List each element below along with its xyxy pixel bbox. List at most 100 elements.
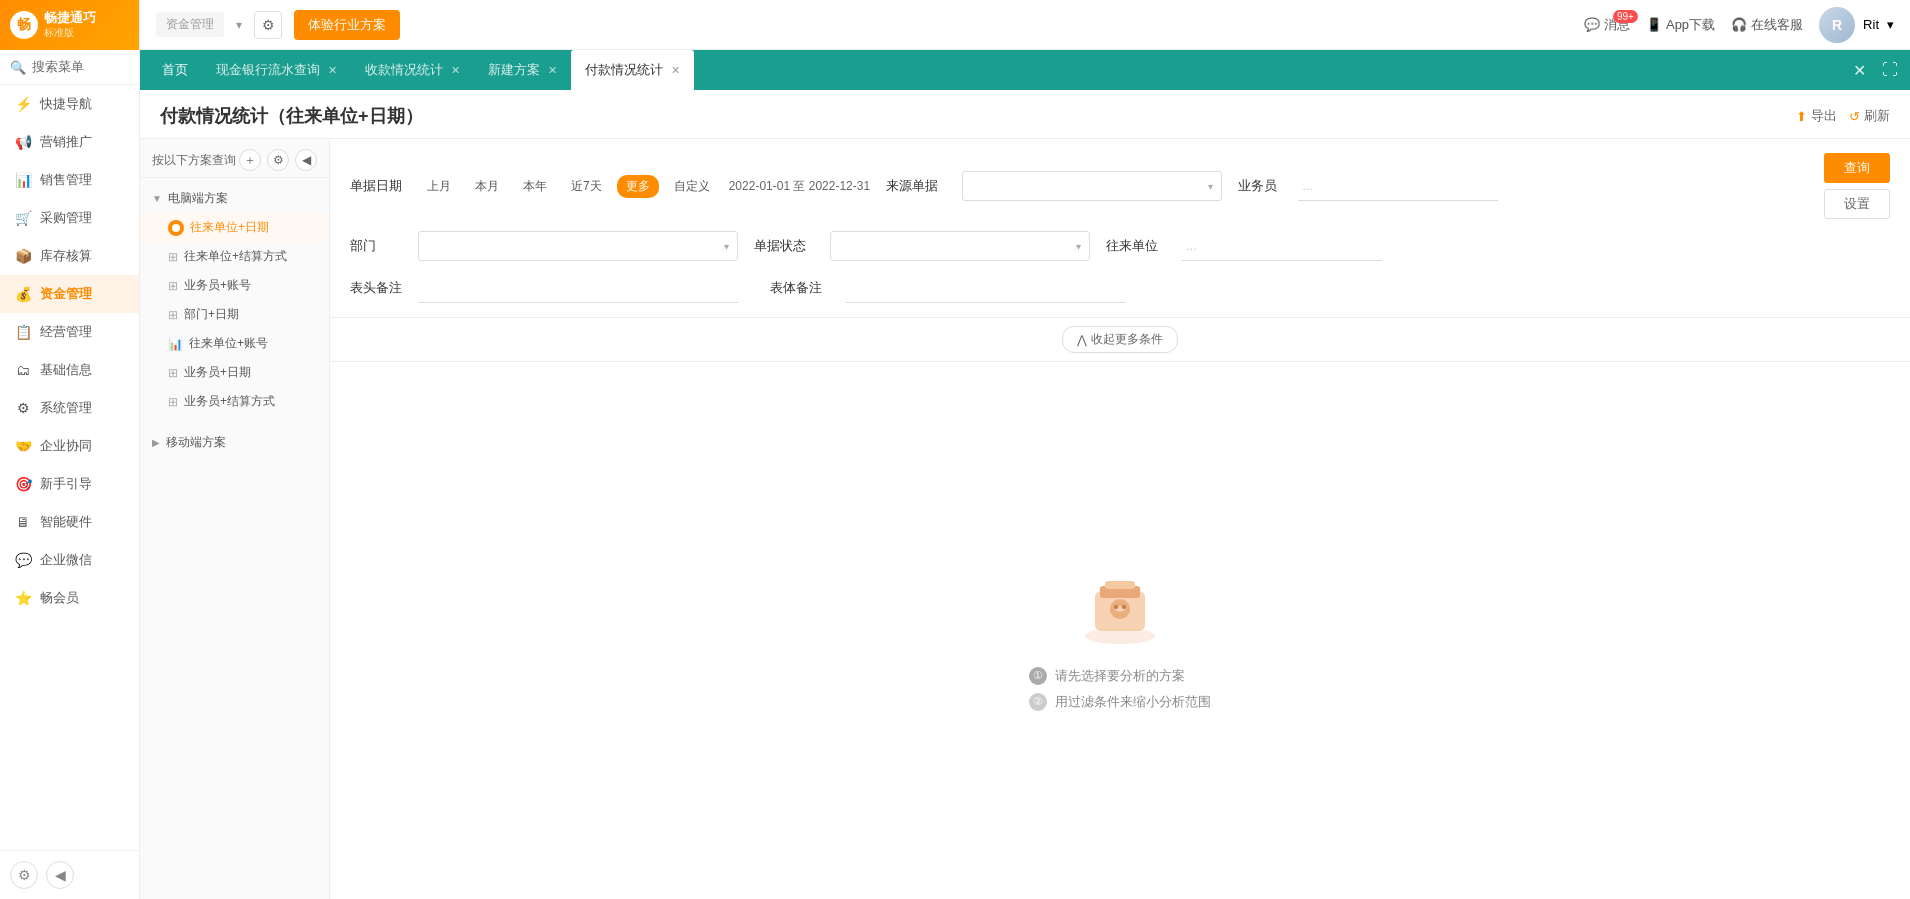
main-content: 资金管理 ▾ ⚙ 体验行业方案 💬 消息 99+ 📱 App下载 🎧 在线客服 … bbox=[140, 0, 1910, 899]
sidebar-item-quick-nav[interactable]: ⚡ 快捷导航 bbox=[0, 85, 139, 123]
tab-receipt-close-icon[interactable]: ✕ bbox=[451, 65, 460, 76]
plan-sales-account[interactable]: ⊞ 业务员+账号 bbox=[140, 271, 329, 300]
settings-plan-btn[interactable]: ⚙ bbox=[267, 149, 289, 171]
tab-cash-flow[interactable]: 现金银行流水查询 ✕ bbox=[202, 50, 351, 90]
dept-arrow-icon: ▾ bbox=[724, 241, 729, 252]
close-tab-icon[interactable]: ✕ bbox=[1849, 61, 1870, 80]
query-btn[interactable]: 查询 bbox=[1824, 153, 1890, 183]
body-note-input[interactable] bbox=[846, 273, 1126, 303]
collapse-sidebar-btn[interactable]: ◀ bbox=[46, 861, 74, 889]
plan-active-icon bbox=[168, 220, 184, 236]
source-doc-select[interactable]: ▾ bbox=[962, 171, 1222, 201]
inventory-icon: 📦 bbox=[14, 247, 32, 265]
sidebar-item-hardware[interactable]: 🖥 智能硬件 bbox=[0, 503, 139, 541]
plan-partner-account[interactable]: 📊 往来单位+账号 bbox=[140, 329, 329, 358]
collapse-conditions-btn[interactable]: ⋀ 收起更多条件 bbox=[1062, 326, 1178, 353]
tab-cash-flow-close-icon[interactable]: ✕ bbox=[328, 65, 337, 76]
app-download-btn[interactable]: 📱 App下载 bbox=[1646, 16, 1715, 34]
sidebar-item-system[interactable]: ⚙ 系统管理 bbox=[0, 389, 139, 427]
sidebar-item-label: 经营管理 bbox=[40, 323, 92, 341]
sidebar-footer: ⚙ ◀ bbox=[0, 850, 139, 899]
online-service-label: 在线客服 bbox=[1751, 16, 1803, 34]
date-opt-7days[interactable]: 近7天 bbox=[562, 174, 611, 199]
tab-new-plan[interactable]: 新建方案 ✕ bbox=[474, 50, 571, 90]
dept-select[interactable]: ▾ bbox=[418, 231, 738, 261]
plan-item-label: 往来单位+账号 bbox=[189, 335, 268, 352]
plan-item-label: 业务员+结算方式 bbox=[184, 393, 275, 410]
plan-partner-settle[interactable]: ⊞ 往来单位+结算方式 bbox=[140, 242, 329, 271]
doc-status-select[interactable]: ▾ bbox=[830, 231, 1090, 261]
doc-status-label: 单据状态 bbox=[754, 237, 814, 255]
plan-dept-date[interactable]: ⊞ 部门+日期 bbox=[140, 300, 329, 329]
topbar-gear-btn[interactable]: ⚙ bbox=[254, 11, 282, 39]
date-opt-this-month[interactable]: 本月 bbox=[466, 174, 508, 199]
date-opt-custom[interactable]: 自定义 bbox=[665, 174, 719, 199]
sidebar-item-basic[interactable]: 🗂 基础信息 bbox=[0, 351, 139, 389]
tab-payment-close-icon[interactable]: ✕ bbox=[671, 65, 680, 76]
partner-input[interactable]: ... bbox=[1182, 231, 1382, 261]
expand-tab-icon[interactable]: ⛶ bbox=[1878, 61, 1902, 79]
sidebar-item-label: 企业协同 bbox=[40, 437, 92, 455]
page-header: 付款情况统计（往来单位+日期） ⬆ 导出 ↺ 刷新 bbox=[140, 90, 1910, 139]
sidebar-item-finance[interactable]: 💰 资金管理 bbox=[0, 275, 139, 313]
source-doc-arrow-icon: ▾ bbox=[1208, 181, 1213, 192]
sidebar-item-label: 资金管理 bbox=[40, 285, 92, 303]
tab-payment-stats-label: 付款情况统计 bbox=[585, 61, 663, 79]
sidebar-item-label: 企业微信 bbox=[40, 551, 92, 569]
dept-label: 部门 bbox=[350, 237, 402, 255]
plan-sales-settle[interactable]: ⊞ 业务员+结算方式 bbox=[140, 387, 329, 416]
header-note-input[interactable] bbox=[418, 273, 738, 303]
source-doc-label: 来源单据 bbox=[886, 177, 946, 195]
body-note-label: 表体备注 bbox=[770, 279, 830, 297]
quick-nav-icon: ⚡ bbox=[14, 95, 32, 113]
date-opt-more[interactable]: 更多 bbox=[617, 175, 659, 198]
mobile-plan-group-header[interactable]: ▶ 移动端方案 bbox=[140, 428, 329, 457]
tab-payment-stats[interactable]: 付款情况统计 ✕ bbox=[571, 50, 694, 90]
messages-btn[interactable]: 💬 消息 99+ bbox=[1584, 16, 1630, 34]
tab-new-plan-close-icon[interactable]: ✕ bbox=[548, 65, 557, 76]
sidebar-item-purchase[interactable]: 🛒 采购管理 bbox=[0, 199, 139, 237]
sidebar-item-wechat[interactable]: 💬 企业微信 bbox=[0, 541, 139, 579]
svg-rect-3 bbox=[1105, 581, 1135, 589]
search-menu-label: 搜索菜单 bbox=[32, 58, 84, 76]
sidebar-item-label: 快捷导航 bbox=[40, 95, 92, 113]
sidebar-item-inventory[interactable]: 📦 库存核算 bbox=[0, 237, 139, 275]
sidebar-brand: 畅捷通巧 标准版 bbox=[44, 10, 96, 40]
app-icon: 📱 bbox=[1646, 17, 1662, 32]
filter-actions: 查询 设置 bbox=[1824, 153, 1890, 219]
online-service-btn[interactable]: 🎧 在线客服 bbox=[1731, 16, 1803, 34]
sidebar-item-marketing[interactable]: 📢 营销推广 bbox=[0, 123, 139, 161]
search-menu[interactable]: 🔍 搜索菜单 bbox=[0, 50, 139, 85]
add-plan-btn[interactable]: ＋ bbox=[239, 149, 261, 171]
export-btn[interactable]: ⬆ 导出 bbox=[1796, 107, 1837, 125]
sidebar-item-label: 畅会员 bbox=[40, 589, 79, 607]
date-opt-this-year[interactable]: 本年 bbox=[514, 174, 556, 199]
sidebar-item-member[interactable]: ⭐ 畅会员 bbox=[0, 579, 139, 617]
settings-btn[interactable]: 设置 bbox=[1824, 189, 1890, 219]
sales-rep-input[interactable]: ... bbox=[1298, 171, 1498, 201]
empty-hints: ① 请先选择要分析的方案 ② 用过滤条件来缩小分析范围 bbox=[1029, 667, 1211, 711]
date-opt-last-month[interactable]: 上月 bbox=[418, 174, 460, 199]
collapse-bar: ⋀ 收起更多条件 bbox=[330, 318, 1910, 362]
trial-industry-btn[interactable]: 体验行业方案 bbox=[294, 10, 400, 40]
sidebar-item-operations[interactable]: 📋 经营管理 bbox=[0, 313, 139, 351]
collapse-plan-btn[interactable]: ◀ bbox=[295, 149, 317, 171]
filter-row-date: 单据日期 上月 本月 本年 近7天 更多 自定义 2022-01-01 至 20… bbox=[350, 153, 1890, 219]
marketing-icon: 📢 bbox=[14, 133, 32, 151]
plan-item-label: 业务员+账号 bbox=[184, 277, 251, 294]
tab-receipt-stats[interactable]: 收款情况统计 ✕ bbox=[351, 50, 474, 90]
sidebar: 畅 畅捷通巧 标准版 🔍 搜索菜单 ⚡ 快捷导航 📢 营销推广 📊 销售管理 🛒… bbox=[0, 0, 140, 899]
empty-illustration bbox=[1070, 551, 1170, 651]
plan-partner-date[interactable]: 往来单位+日期 bbox=[140, 213, 329, 242]
sidebar-item-sales[interactable]: 📊 销售管理 bbox=[0, 161, 139, 199]
tab-home[interactable]: 首页 bbox=[148, 50, 202, 90]
plan-sales-date[interactable]: ⊞ 业务员+日期 bbox=[140, 358, 329, 387]
refresh-btn[interactable]: ↺ 刷新 bbox=[1849, 107, 1890, 125]
pc-plan-group-header[interactable]: ▼ 电脑端方案 bbox=[140, 184, 329, 213]
sidebar-item-collab[interactable]: 🤝 企业协同 bbox=[0, 427, 139, 465]
sidebar-item-guide[interactable]: 🎯 新手引导 bbox=[0, 465, 139, 503]
mobile-group-arrow-icon: ▶ bbox=[152, 437, 160, 448]
user-area[interactable]: R Rit ▾ bbox=[1819, 7, 1894, 43]
settings-icon-btn[interactable]: ⚙ bbox=[10, 861, 38, 889]
right-area: 单据日期 上月 本月 本年 近7天 更多 自定义 2022-01-01 至 20… bbox=[330, 139, 1910, 899]
